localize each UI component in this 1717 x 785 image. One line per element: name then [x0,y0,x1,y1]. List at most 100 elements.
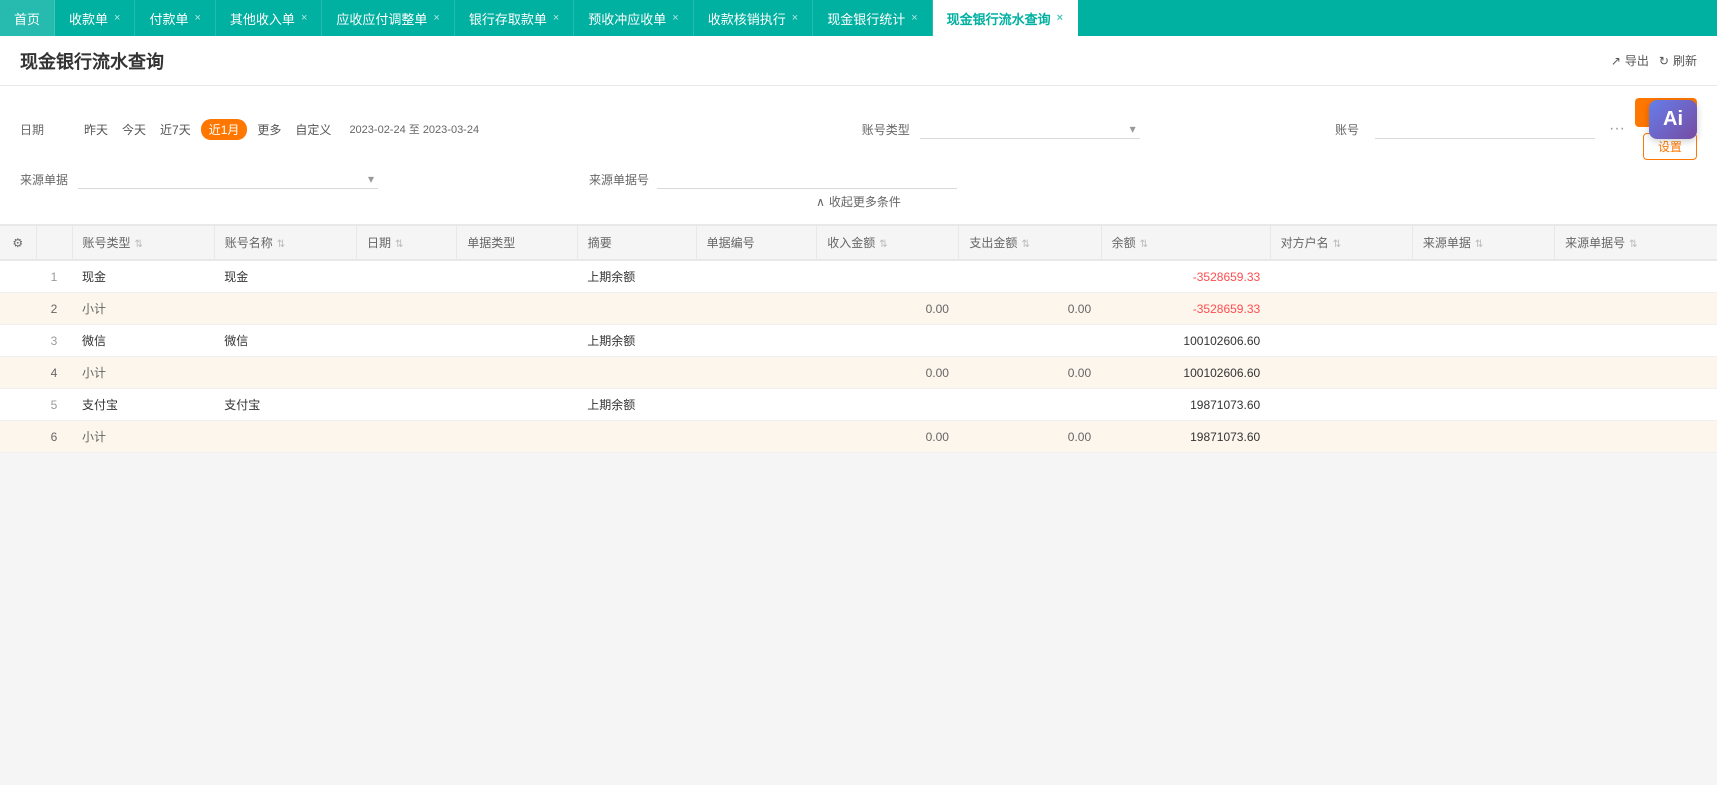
close-icon[interactable]: × [114,12,120,24]
nav-item-预收冲应收单[interactable]: 预收冲应收单× [574,0,693,36]
td-income: 0.00 [817,357,959,389]
table-row: 3微信微信上期余额100102606.60 [0,325,1717,357]
td-balance: 19871073.60 [1101,421,1270,453]
collapse-icon: ∧ [816,195,825,209]
td-docType [457,293,578,325]
td-gear [0,325,36,357]
td-sourceDoc [1412,389,1554,421]
close-icon[interactable]: × [792,12,798,24]
source-doc-no-label: 来源单据号 [589,171,649,188]
nav-item-收款单[interactable]: 收款单× [55,0,135,36]
td-docNo [696,357,817,389]
close-icon[interactable]: × [672,12,678,24]
date-shortcuts: 昨天今天近7天近1月更多自定义 [80,119,335,140]
account-type-select[interactable]: ▾ [920,120,1140,139]
nav-item-现金银行流水查询[interactable]: 现金银行流水查询× [933,0,1078,36]
close-icon[interactable]: × [1057,12,1063,24]
account-type-label: 账号类型 [850,121,910,138]
td-docNo [696,389,817,421]
collapse-bar[interactable]: ∧ 收起更多条件 [20,189,1697,214]
td-docNo [696,325,817,357]
td-counterparty [1270,293,1412,325]
td-balance: -3528659.33 [1101,260,1270,293]
th-counterparty[interactable]: 对方户名⇅ [1270,226,1412,261]
td-sourceDocNo [1555,357,1717,389]
table-row: 2小计0.000.00-3528659.33 [0,293,1717,325]
td-balance: 100102606.60 [1101,325,1270,357]
table-body: 1现金现金上期余额-3528659.332小计0.000.00-3528659.… [0,260,1717,453]
td-date [356,325,456,357]
gear-icon[interactable]: ⚙ [12,236,23,250]
more-dots-icon[interactable]: ··· [1609,120,1625,138]
close-icon[interactable]: × [194,12,200,24]
sort-icon: ⇅ [879,239,887,250]
th-income[interactable]: 收入金额⇅ [817,226,959,261]
close-icon[interactable]: × [911,12,917,24]
account-input[interactable] [1375,120,1595,139]
td-summary: 上期余额 [577,389,696,421]
td-income [817,389,959,421]
export-button[interactable]: ↗ 导出 [1611,52,1649,69]
nav-item-应收应付调整单[interactable]: 应收应付调整单× [322,0,454,36]
td-counterparty [1270,357,1412,389]
td-accountType: 微信 [72,325,214,357]
filter-area: 日期 昨天今天近7天近1月更多自定义 2023-02-24 至 2023-03-… [0,86,1717,225]
account-type-arrow-icon: ▾ [1130,122,1136,136]
td-counterparty [1270,260,1412,293]
td-docNo [696,421,817,453]
th-expense[interactable]: 支出金额⇅ [959,226,1101,261]
sort-icon: ⇅ [135,239,143,250]
td-balance: -3528659.33 [1101,293,1270,325]
refresh-button[interactable]: ↻ 刷新 [1659,52,1697,69]
date-shortcut-近1月[interactable]: 近1月 [201,119,248,140]
source-doc-group: 来源单据 ▾ [20,170,559,189]
th-gear: ⚙ [0,226,36,261]
td-sourceDocNo [1555,260,1717,293]
nav-item-银行存取款单[interactable]: 银行存取款单× [455,0,574,36]
source-doc-arrow-icon: ▾ [368,172,374,186]
td-accountName: 支付宝 [214,389,356,421]
close-icon[interactable]: × [553,12,559,24]
td-date [356,293,456,325]
td-income: 0.00 [817,293,959,325]
source-doc-no-group: 来源单据号 [589,170,1128,189]
th-sourceDocNo[interactable]: 来源单据号⇅ [1555,226,1717,261]
date-shortcut-今天[interactable]: 今天 [118,119,150,140]
td-accountName: 微信 [214,325,356,357]
date-shortcut-近7天[interactable]: 近7天 [156,119,195,140]
filter-row-2: 来源单据 ▾ 来源单据号 [20,170,1697,189]
nav-item-其他收入单[interactable]: 其他收入单× [216,0,322,36]
nav-item-付款单[interactable]: 付款单× [135,0,215,36]
nav-item-现金银行统计[interactable]: 现金银行统计× [813,0,932,36]
th-balance[interactable]: 余额⇅ [1101,226,1270,261]
td-gear [0,260,36,293]
th-idx [36,226,72,261]
th-docNo: 单据编号 [696,226,817,261]
sort-icon: ⇅ [395,239,403,250]
close-icon[interactable]: × [433,12,439,24]
th-accountName[interactable]: 账号名称⇅ [214,226,356,261]
date-shortcut-昨天[interactable]: 昨天 [80,119,112,140]
th-accountType[interactable]: 账号类型⇅ [72,226,214,261]
ai-badge[interactable]: Ai [1649,100,1697,139]
date-shortcut-更多[interactable]: 更多 [253,119,285,140]
nav-item-收款核销执行[interactable]: 收款核销执行× [694,0,813,36]
td-expense: 0.00 [959,293,1101,325]
th-date[interactable]: 日期⇅ [356,226,456,261]
header-actions: ↗ 导出 ↻ 刷新 [1611,52,1697,69]
top-nav: 首页收款单×付款单×其他收入单×应收应付调整单×银行存取款单×预收冲应收单×收款… [0,0,1717,36]
td-docType [457,389,578,421]
close-icon[interactable]: × [301,12,307,24]
th-sourceDoc[interactable]: 来源单据⇅ [1412,226,1554,261]
td-sourceDoc [1412,357,1554,389]
td-docNo [696,293,817,325]
source-doc-no-input[interactable] [657,170,957,189]
date-label: 日期 [20,121,70,138]
td-summary: 上期余额 [577,325,696,357]
filter-row-1: 日期 昨天今天近7天近1月更多自定义 2023-02-24 至 2023-03-… [20,98,1697,160]
source-doc-select[interactable]: ▾ [78,170,378,189]
sort-icon: ⇅ [1333,239,1341,250]
td-gear [0,389,36,421]
nav-item-首页[interactable]: 首页 [0,0,55,36]
date-shortcut-自定义[interactable]: 自定义 [291,119,335,140]
